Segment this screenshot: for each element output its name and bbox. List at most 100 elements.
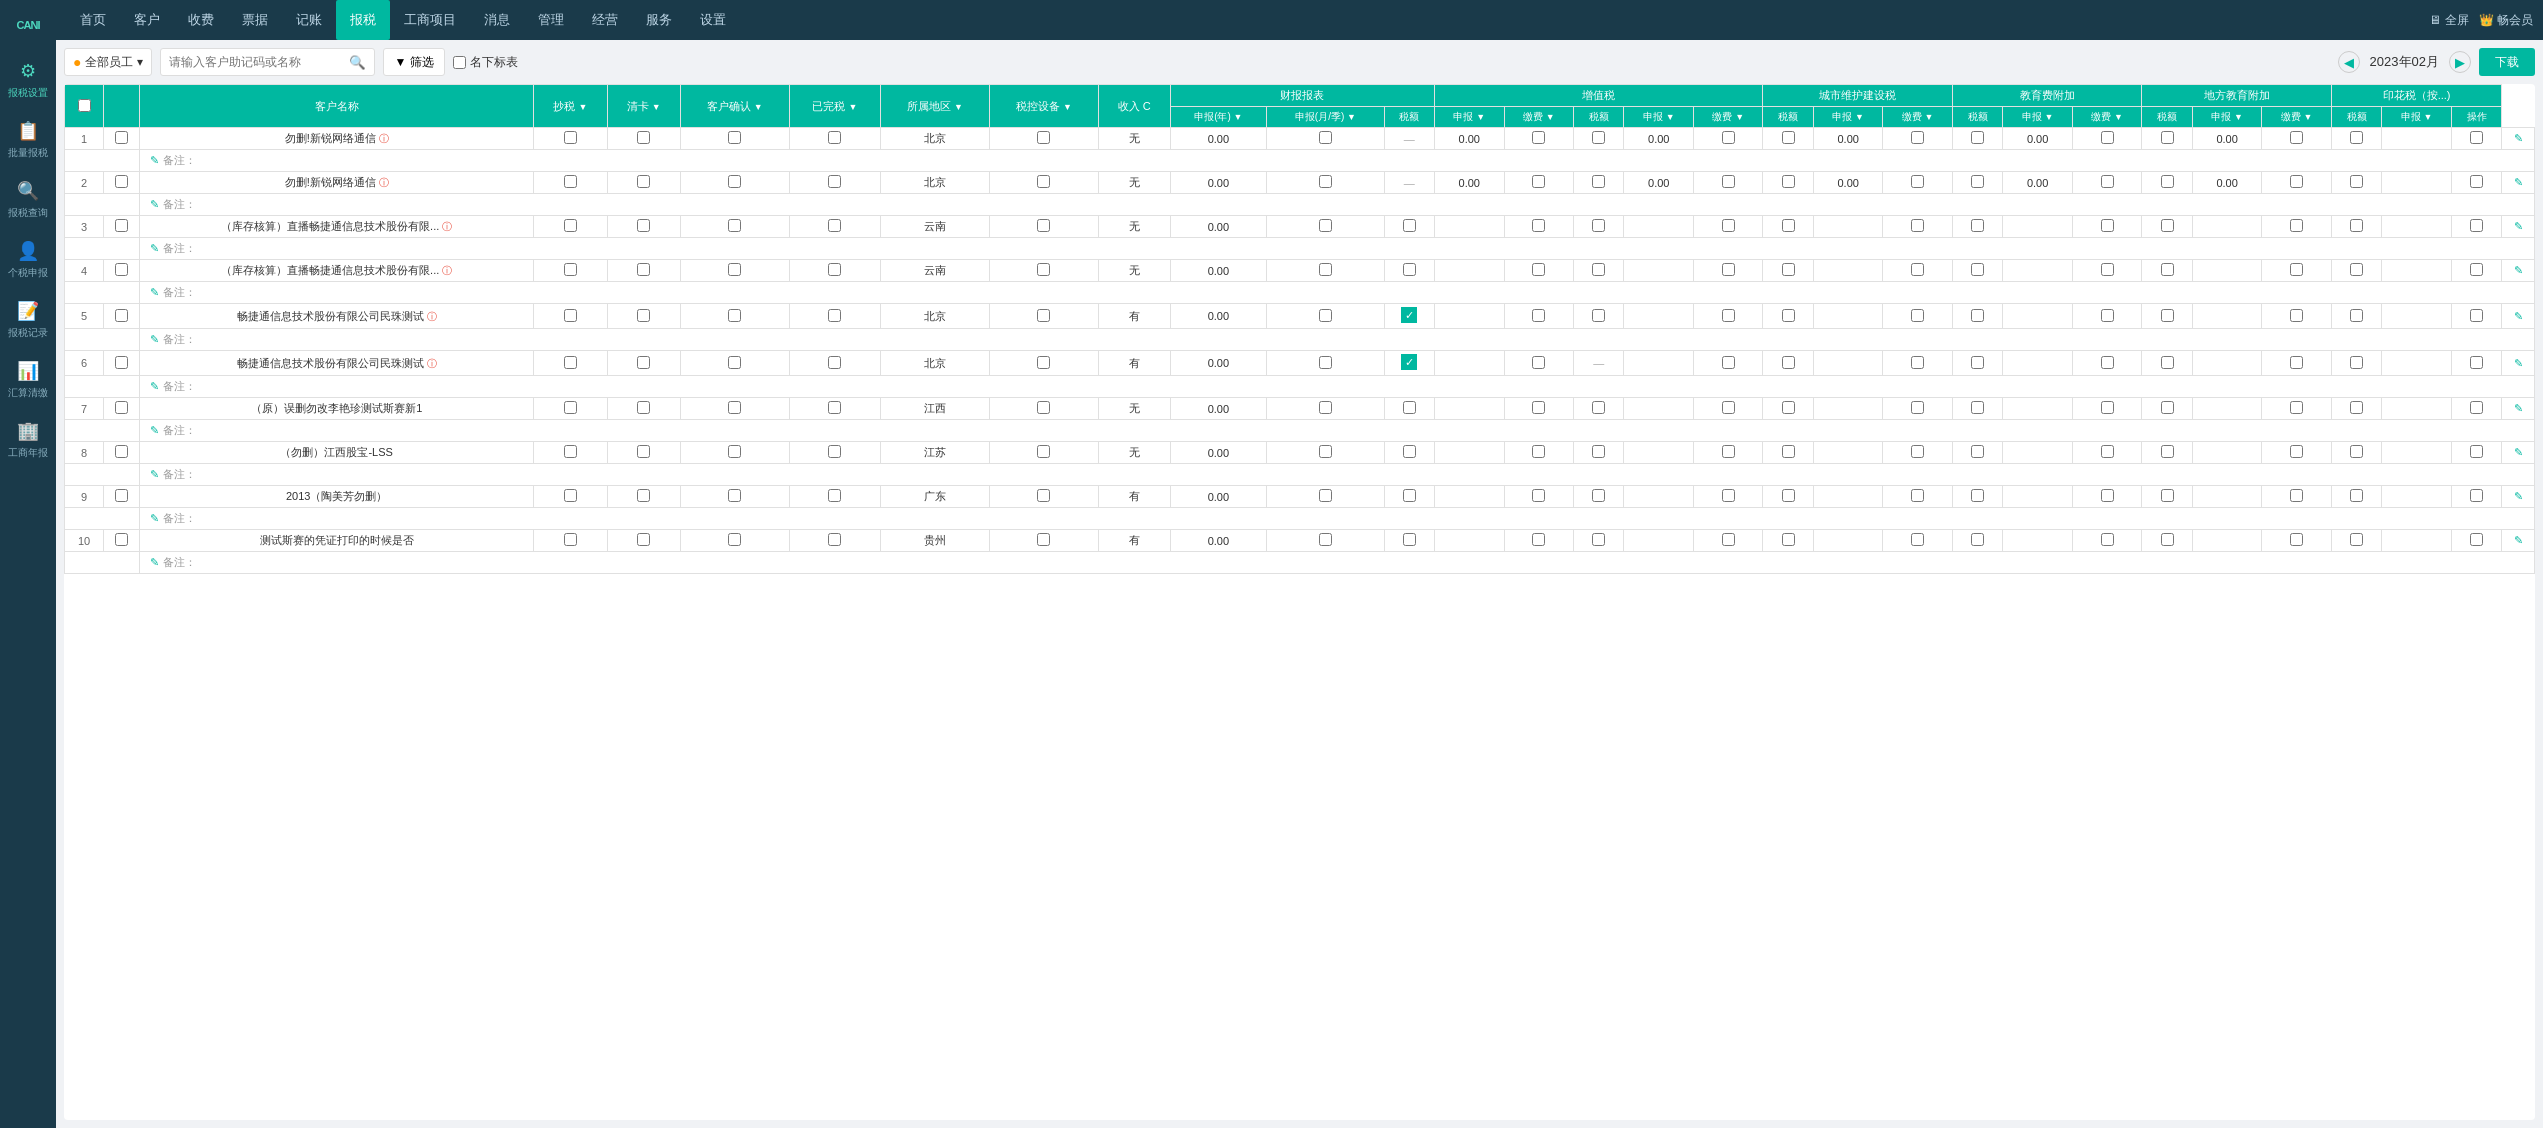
- row-zz-jiao[interactable]: [1574, 128, 1624, 150]
- row-jy-shen[interactable]: [2072, 260, 2142, 282]
- row-chaoshui[interactable]: [534, 216, 607, 238]
- row-queren[interactable]: [680, 304, 789, 329]
- zz-jiao-checkbox[interactable]: [1592, 175, 1605, 188]
- row-jy-shen[interactable]: [2072, 530, 2142, 552]
- row-queren[interactable]: [680, 260, 789, 282]
- row-wancheng[interactable]: [789, 530, 880, 552]
- row-df-jiao[interactable]: [2331, 304, 2381, 329]
- row-zz-jiao2[interactable]: [1763, 486, 1813, 508]
- row-cs-shen[interactable]: [1883, 398, 1953, 420]
- row-zz-jiao2[interactable]: [1763, 442, 1813, 464]
- row-df-jiao[interactable]: [2331, 351, 2381, 376]
- zz-shen-checkbox[interactable]: [1532, 489, 1545, 502]
- row-zz-shen[interactable]: [1504, 442, 1574, 464]
- row-jy-jiao[interactable]: [2142, 172, 2192, 194]
- zz-jiao-checkbox[interactable]: [1592, 489, 1605, 502]
- row-jy-jiao[interactable]: [2142, 128, 2192, 150]
- edit-icon[interactable]: ✎: [2514, 176, 2523, 188]
- edit-icon[interactable]: ✎: [2514, 132, 2523, 144]
- row-zz-shen2[interactable]: [1693, 216, 1763, 238]
- edit-icon[interactable]: ✎: [2514, 402, 2523, 414]
- qingka-checkbox[interactable]: [637, 175, 650, 188]
- edit-icon[interactable]: ✎: [2514, 534, 2523, 546]
- row-checkbox-cell[interactable]: [104, 398, 140, 420]
- row-cs-shen[interactable]: [1883, 530, 1953, 552]
- row-queren[interactable]: [680, 530, 789, 552]
- sidebar-item-baoshuichaxun[interactable]: 🔍 报税查询: [0, 170, 56, 230]
- row-checkbox[interactable]: [115, 309, 128, 322]
- row-checkbox-cell[interactable]: [104, 128, 140, 150]
- row-jy-shen[interactable]: [2072, 486, 2142, 508]
- device-checkbox[interactable]: [1037, 445, 1050, 458]
- row-zz-shen[interactable]: [1504, 128, 1574, 150]
- nav-customer[interactable]: 客户: [120, 0, 174, 40]
- row-zz-jiao2[interactable]: [1763, 530, 1813, 552]
- row-device[interactable]: [989, 128, 1098, 150]
- zz-jiao-checkbox[interactable]: [1592, 533, 1605, 546]
- row-yh-action[interactable]: ✎: [2502, 172, 2535, 194]
- prev-date-button[interactable]: ◀: [2338, 51, 2360, 73]
- qingka-checkbox[interactable]: [637, 401, 650, 414]
- row-checkbox-cell[interactable]: [104, 304, 140, 329]
- row-checkbox[interactable]: [115, 356, 128, 369]
- chaoshui-checkbox[interactable]: [564, 356, 577, 369]
- row-cs-jiao[interactable]: [1952, 486, 2002, 508]
- zz-shen-checkbox[interactable]: [1532, 309, 1545, 322]
- row-qingka[interactable]: [607, 442, 680, 464]
- wancheng-checkbox[interactable]: [828, 219, 841, 232]
- qingka-checkbox[interactable]: [637, 356, 650, 369]
- row-caibao-year[interactable]: [1267, 530, 1384, 552]
- row-chaoshui[interactable]: [534, 351, 607, 376]
- zz-shen-checkbox[interactable]: [1532, 356, 1545, 369]
- row-cs-shen[interactable]: [1883, 128, 1953, 150]
- row-wancheng[interactable]: [789, 442, 880, 464]
- search-button[interactable]: 🔍: [341, 51, 374, 74]
- zz-shen-checkbox[interactable]: [1532, 131, 1545, 144]
- row-jy-jiao[interactable]: [2142, 486, 2192, 508]
- row-cs-shen[interactable]: [1883, 260, 1953, 282]
- row-zz-jiao[interactable]: [1574, 172, 1624, 194]
- row-zz-shen[interactable]: [1504, 172, 1574, 194]
- row-queren[interactable]: [680, 398, 789, 420]
- row-jy-shen[interactable]: [2072, 304, 2142, 329]
- row-cs-shen[interactable]: [1883, 216, 1953, 238]
- row-qingka[interactable]: [607, 172, 680, 194]
- row-caibao-year[interactable]: [1267, 260, 1384, 282]
- qingka-checkbox[interactable]: [637, 489, 650, 502]
- row-cs-shen[interactable]: [1883, 172, 1953, 194]
- wancheng-checkbox[interactable]: [828, 489, 841, 502]
- row-cs-jiao[interactable]: [1952, 351, 2002, 376]
- device-checkbox[interactable]: [1037, 356, 1050, 369]
- row-zz-jiao2[interactable]: [1763, 398, 1813, 420]
- row-jy-shen[interactable]: [2072, 442, 2142, 464]
- row-checkbox[interactable]: [115, 131, 128, 144]
- row-qingka[interactable]: [607, 216, 680, 238]
- row-yh-shen[interactable]: [2451, 304, 2501, 329]
- nav-baoshui[interactable]: 报税: [336, 0, 390, 40]
- qingka-checkbox[interactable]: [637, 309, 650, 322]
- row-wancheng[interactable]: [789, 172, 880, 194]
- row-zz-jiao[interactable]: [1574, 260, 1624, 282]
- row-queren[interactable]: [680, 351, 789, 376]
- row-df-shen[interactable]: [2262, 216, 2332, 238]
- row-wancheng[interactable]: [789, 351, 880, 376]
- row-cs-jiao[interactable]: [1952, 172, 2002, 194]
- nav-jingying[interactable]: 经营: [578, 0, 632, 40]
- row-checkbox-cell[interactable]: [104, 351, 140, 376]
- row-chaoshui[interactable]: [534, 172, 607, 194]
- row-qingka[interactable]: [607, 304, 680, 329]
- row-df-jiao[interactable]: [2331, 486, 2381, 508]
- row-zz-shen2[interactable]: [1693, 486, 1763, 508]
- row-yh-shen[interactable]: [2451, 216, 2501, 238]
- row-qingka[interactable]: [607, 128, 680, 150]
- zz-jiao-checkbox[interactable]: [1592, 219, 1605, 232]
- row-yh-action[interactable]: ✎: [2502, 304, 2535, 329]
- wancheng-checkbox[interactable]: [828, 445, 841, 458]
- chaoshui-checkbox[interactable]: [564, 131, 577, 144]
- sidebar-item-baoshuijilu[interactable]: 📝 报税记录: [0, 290, 56, 350]
- row-jy-jiao[interactable]: [2142, 351, 2192, 376]
- row-wancheng[interactable]: [789, 216, 880, 238]
- row-yh-action[interactable]: ✎: [2502, 442, 2535, 464]
- row-cs-jiao[interactable]: [1952, 128, 2002, 150]
- row-cs-jiao[interactable]: [1952, 260, 2002, 282]
